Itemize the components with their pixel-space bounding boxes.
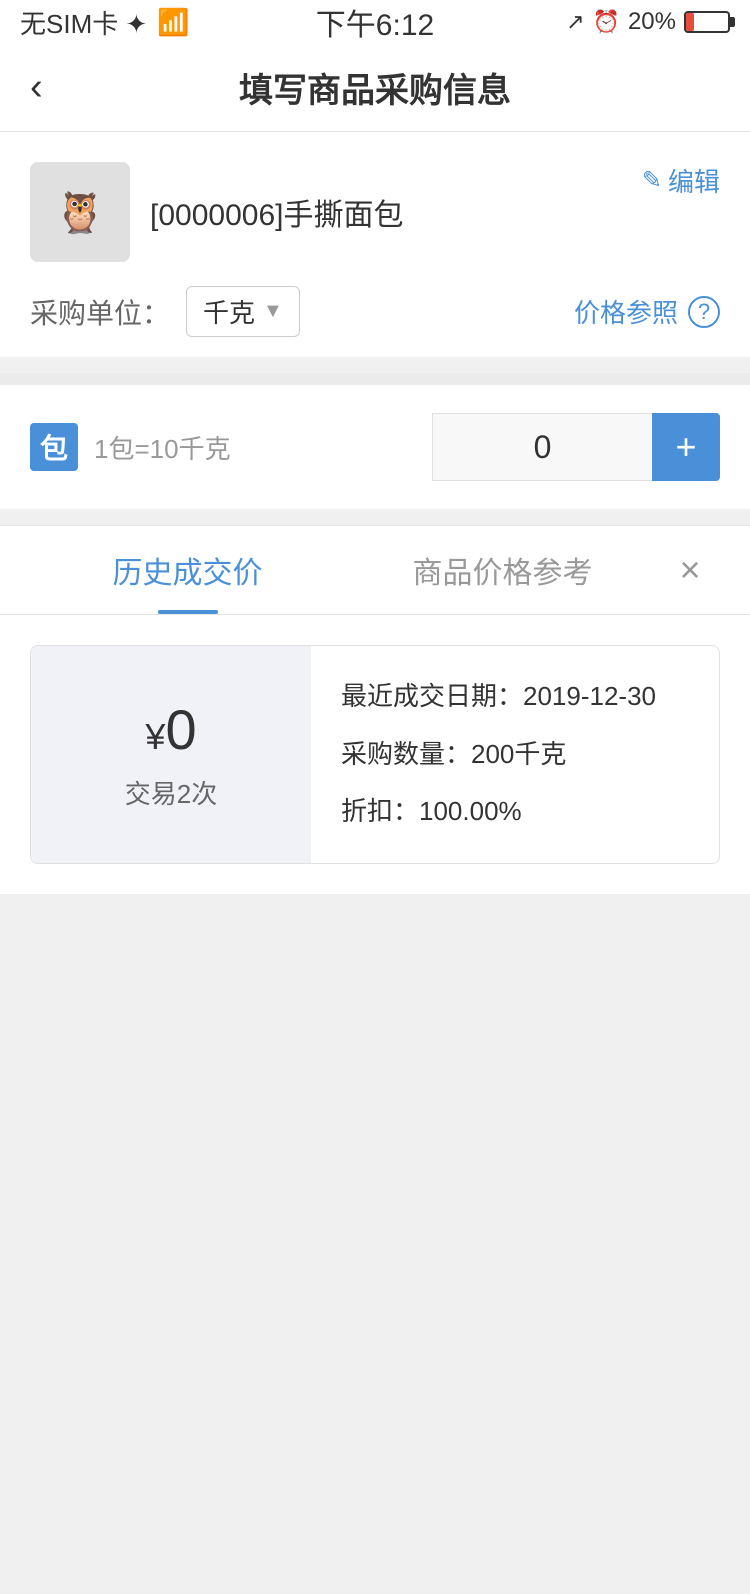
battery-icon xyxy=(684,11,730,33)
gps-icon: ↗ xyxy=(566,9,584,35)
product-thumbnail: 🦉 xyxy=(30,162,130,262)
plus-icon: + xyxy=(675,426,696,468)
trade-count: 交易2次 xyxy=(125,774,217,811)
status-bar: 无SIM卡 ✦ 📶 下午6:12 ↗ ⏰ 20% xyxy=(0,0,750,44)
history-price-value: ¥0 xyxy=(145,697,196,762)
detail-date-label: 最近成交日期： xyxy=(341,681,523,711)
price-tabs: 历史成交价 商品价格参考 × xyxy=(0,526,750,615)
history-price-section: ¥0 交易2次 最近成交日期：2019-12-30 采购数量：200千克 折扣：… xyxy=(0,615,750,894)
product-image-placeholder: 🦉 xyxy=(55,189,105,236)
price-ref-help-icon: ? xyxy=(688,296,720,328)
detail-date-value: 2019-12-30 xyxy=(523,681,656,711)
unit-dropdown-arrow: ▼ xyxy=(263,300,283,323)
product-name: [0000006]手撕面包 xyxy=(150,190,403,234)
detail-qty-row: 采购数量：200千克 xyxy=(341,734,689,776)
detail-discount-row: 折扣：100.00% xyxy=(341,791,689,833)
detail-date-row: 最近成交日期：2019-12-30 xyxy=(341,676,689,718)
product-footer: 采购单位： 千克 ▼ 价格参照 ? xyxy=(30,286,720,337)
history-price-summary: ¥0 交易2次 xyxy=(31,646,311,863)
quantity-input[interactable]: 0 xyxy=(432,413,652,481)
status-carrier: 无SIM卡 ✦ 📶 xyxy=(20,4,190,41)
quantity-value: 0 xyxy=(534,429,552,466)
nav-bar: ‹ 填写商品采购信息 xyxy=(0,44,750,132)
battery-pct-text: 20% xyxy=(628,8,676,36)
page-title: 填写商品采购信息 xyxy=(239,63,511,112)
history-price-details: 最近成交日期：2019-12-30 采购数量：200千克 折扣：100.00% xyxy=(311,646,719,863)
carrier-text: 无SIM卡 ✦ xyxy=(20,4,147,41)
tab-product-label: 商品价格参考 xyxy=(413,548,593,592)
edit-label: 编辑 xyxy=(668,162,720,199)
back-button[interactable]: ‹ xyxy=(30,66,43,109)
close-icon: × xyxy=(679,549,700,591)
unit-row: 采购单位： 千克 ▼ xyxy=(30,286,300,337)
tab-history-label: 历史成交价 xyxy=(113,548,263,592)
detail-qty-label: 采购数量： xyxy=(341,739,471,769)
price-panel: 历史成交价 商品价格参考 × ¥0 交易2次 最近成交日期：2019-12-30… xyxy=(0,525,750,894)
product-header: 🦉 [0000006]手撕面包 ✎ 编辑 xyxy=(30,162,720,262)
product-card: 🦉 [0000006]手撕面包 ✎ 编辑 采购单位： 千克 ▼ 价格参照 ? xyxy=(0,132,750,357)
detail-discount-value: 100.00% xyxy=(419,796,522,826)
close-panel-button[interactable]: × xyxy=(660,540,720,600)
product-info: 🦉 [0000006]手撕面包 xyxy=(30,162,642,262)
detail-discount-label: 折扣： xyxy=(341,796,419,826)
detail-qty-value: 200千克 xyxy=(471,739,566,769)
tab-history-price[interactable]: 历史成交价 xyxy=(30,526,345,614)
wifi-icon: 📶 xyxy=(157,7,189,38)
quantity-unit-hint: 1包=10千克 xyxy=(94,429,231,466)
history-price-card: ¥0 交易2次 最近成交日期：2019-12-30 采购数量：200千克 折扣：… xyxy=(30,645,720,864)
unit-label: 采购单位： xyxy=(30,292,170,332)
quantity-plus-button[interactable]: + xyxy=(652,413,720,481)
price-ref-label: 价格参照 xyxy=(574,293,678,330)
edit-button[interactable]: ✎ 编辑 xyxy=(642,162,720,199)
tab-product-price[interactable]: 商品价格参考 xyxy=(345,526,660,614)
unit-value: 千克 xyxy=(203,293,255,330)
edit-icon: ✎ xyxy=(642,166,662,195)
price-reference-button[interactable]: 价格参照 ? xyxy=(574,293,720,330)
status-right-group: ↗ ⏰ 20% xyxy=(566,8,730,36)
currency-symbol: ¥ xyxy=(145,716,165,757)
quantity-unit-icon: 包 xyxy=(30,423,78,471)
alarm-icon: ⏰ xyxy=(593,9,620,35)
main-content-area xyxy=(0,894,750,1594)
quantity-left-group: 包 1包=10千克 xyxy=(30,423,231,471)
divider xyxy=(0,373,750,385)
quantity-row: 包 1包=10千克 0 + xyxy=(0,385,750,509)
status-time: 下午6:12 xyxy=(316,0,434,44)
unit-select[interactable]: 千克 ▼ xyxy=(186,286,300,337)
quantity-controls: 0 + xyxy=(432,413,720,481)
